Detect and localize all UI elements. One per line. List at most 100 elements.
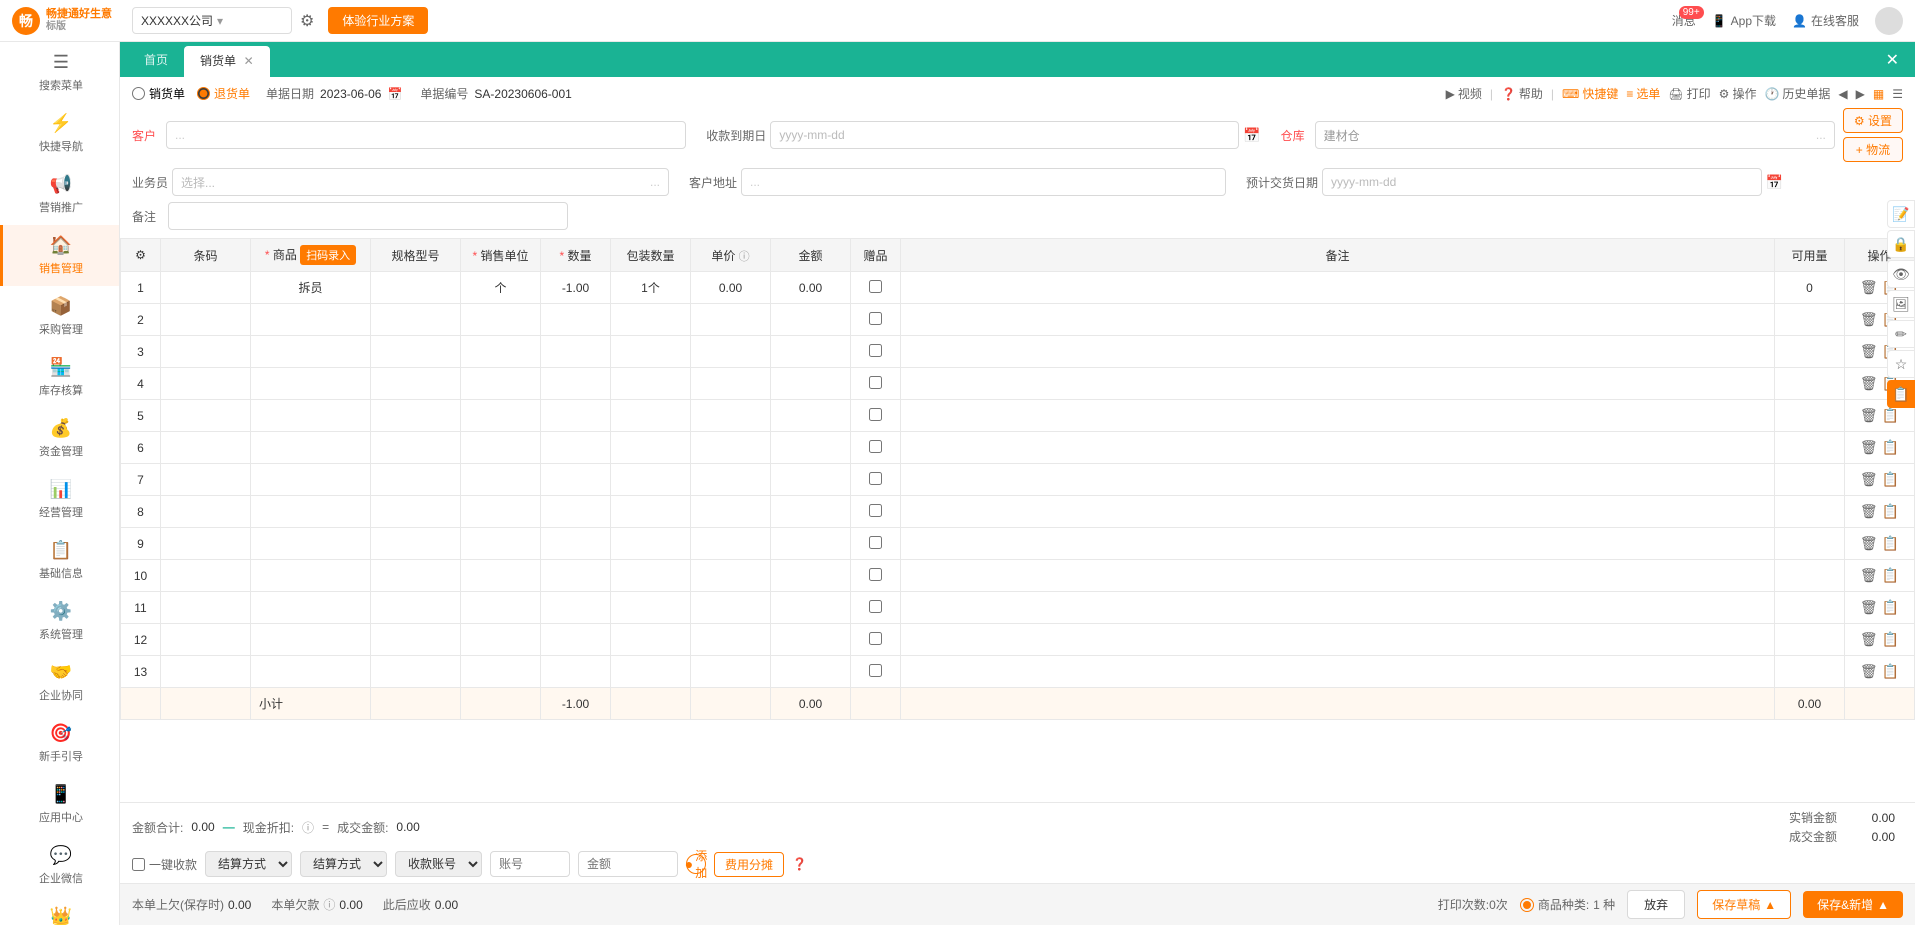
- sidebar-item-system[interactable]: ⚙️ 系统管理: [0, 591, 119, 652]
- row-amount[interactable]: 0.00: [771, 272, 851, 304]
- th-settings[interactable]: ⚙: [121, 239, 161, 272]
- account-input[interactable]: [490, 851, 570, 877]
- row-copy-button[interactable]: 📋: [1882, 407, 1899, 424]
- gift-checkbox[interactable]: [869, 440, 882, 453]
- sidebar-item-apps[interactable]: 📱 应用中心: [0, 774, 119, 835]
- save-draft-button[interactable]: 保存草稿 ▲: [1697, 890, 1791, 919]
- radio-sales[interactable]: 销货单: [132, 85, 185, 102]
- right-tool-active[interactable]: 📋: [1887, 380, 1915, 408]
- right-tool-notes[interactable]: 📝: [1887, 200, 1915, 228]
- row-copy-button[interactable]: 📋: [1882, 631, 1899, 648]
- action-history[interactable]: 🕐 历史单据: [1764, 85, 1830, 102]
- delivery-date-calendar-icon[interactable]: 📅: [1766, 174, 1783, 191]
- payment-amount-input[interactable]: [578, 851, 678, 877]
- discount-info-icon[interactable]: ⓘ: [302, 819, 314, 836]
- row-pkgqty[interactable]: 1个: [611, 272, 691, 304]
- row-delete-button[interactable]: 🗑: [1860, 535, 1878, 552]
- right-tool-lock[interactable]: 🔒: [1887, 230, 1915, 258]
- product-kind[interactable]: 商品种类: 1 种: [1520, 896, 1615, 913]
- action-video[interactable]: ▶ 视频: [1446, 85, 1482, 102]
- radio-sales-input[interactable]: [132, 87, 145, 100]
- trial-button[interactable]: 体验行业方案: [328, 7, 428, 34]
- row-delete-button[interactable]: 🗑: [1860, 631, 1878, 648]
- gift-checkbox[interactable]: [869, 312, 882, 325]
- expense-help-icon[interactable]: ❓: [792, 857, 807, 871]
- sidebar-item-purchase[interactable]: 📦 采购管理: [0, 286, 119, 347]
- nav-prev-icon[interactable]: ◀: [1838, 87, 1847, 101]
- gift-checkbox[interactable]: [869, 568, 882, 581]
- sidebar-item-operations[interactable]: 📊 经营管理: [0, 469, 119, 530]
- gift-checkbox[interactable]: [869, 504, 882, 517]
- message-notification[interactable]: 消息 99+: [1672, 12, 1696, 29]
- nav-next-icon[interactable]: ▶: [1856, 87, 1865, 101]
- action-shortcut[interactable]: ⌨ 快捷键: [1562, 85, 1618, 102]
- row-gift[interactable]: [851, 272, 901, 304]
- sidebar-item-inventory[interactable]: 🏪 库存核算: [0, 347, 119, 408]
- add-payment-button[interactable]: ● 添加: [686, 854, 706, 874]
- price-info-icon[interactable]: ⓘ: [739, 251, 750, 263]
- setting-button[interactable]: ⚙ 设置: [1843, 108, 1903, 133]
- warehouse-input[interactable]: 建材仓 ...: [1315, 121, 1835, 149]
- scan-button[interactable]: 扫码录入: [300, 245, 356, 265]
- row-price[interactable]: 0.00: [691, 272, 771, 304]
- logistics-button[interactable]: + 物流: [1843, 137, 1903, 162]
- row-unit[interactable]: 个: [461, 272, 541, 304]
- sidebar-item-quick-nav[interactable]: ⚡ 快捷导航: [0, 103, 119, 164]
- user-avatar[interactable]: [1875, 7, 1903, 35]
- gift-checkbox[interactable]: [869, 408, 882, 421]
- online-service-link[interactable]: 👤 在线客服: [1792, 12, 1859, 29]
- gift-checkbox[interactable]: [869, 280, 882, 293]
- owed-info-icon[interactable]: ⓘ: [323, 896, 335, 913]
- table-settings-icon[interactable]: ⚙: [135, 248, 146, 262]
- app-download-link[interactable]: 📱 App下载: [1712, 12, 1776, 29]
- due-date-input[interactable]: yyyy-mm-dd: [770, 121, 1239, 149]
- grid-view-icon[interactable]: ▦: [1873, 87, 1884, 101]
- row-qty[interactable]: -1.00: [541, 272, 611, 304]
- action-select[interactable]: ≡ 选单: [1626, 85, 1660, 102]
- row-delete-button[interactable]: 🗑: [1860, 407, 1878, 424]
- row-barcode[interactable]: [161, 272, 251, 304]
- sidebar-item-basic[interactable]: 📋 基础信息: [0, 530, 119, 591]
- tab-home[interactable]: 首页: [128, 43, 184, 76]
- tab-close-icon[interactable]: ✕: [244, 54, 254, 68]
- sidebar-item-wechat[interactable]: 💬 企业微信: [0, 835, 119, 896]
- row-remark[interactable]: [901, 272, 1775, 304]
- action-operate[interactable]: ⚙ 操作: [1719, 85, 1757, 102]
- window-close-button[interactable]: ✕: [1878, 46, 1907, 74]
- row-copy-button[interactable]: 📋: [1882, 663, 1899, 680]
- delivery-date-input[interactable]: yyyy-mm-dd: [1322, 168, 1762, 196]
- radio-return[interactable]: 退货单: [197, 85, 250, 102]
- remark-input[interactable]: [168, 202, 568, 230]
- gift-checkbox[interactable]: [869, 632, 882, 645]
- sidebar-item-enterprise[interactable]: 🤝 企业协同: [0, 652, 119, 713]
- gift-checkbox[interactable]: [869, 376, 882, 389]
- right-tool-edit[interactable]: ✏: [1887, 320, 1915, 348]
- company-selector[interactable]: XXXXXX公司 ▾: [132, 7, 292, 34]
- row-copy-button[interactable]: 📋: [1882, 439, 1899, 456]
- row-copy-button[interactable]: 📋: [1882, 471, 1899, 488]
- list-view-icon[interactable]: ☰: [1892, 87, 1903, 101]
- row-delete-button[interactable]: 🗑: [1860, 471, 1878, 488]
- row-delete-button[interactable]: 🗑: [1860, 375, 1878, 392]
- action-print[interactable]: 🖨 打印: [1668, 85, 1710, 102]
- due-date-calendar-icon[interactable]: 📅: [1243, 127, 1260, 144]
- one-click-pay-checkbox[interactable]: 一键收款: [132, 856, 197, 873]
- tab-sales-order[interactable]: 销货单 ✕: [184, 46, 270, 77]
- gift-checkbox[interactable]: [869, 344, 882, 357]
- row-delete-button[interactable]: 🗑: [1860, 439, 1878, 456]
- expense-split-button[interactable]: 费用分摊: [714, 852, 784, 877]
- row-copy-button[interactable]: 📋: [1882, 599, 1899, 616]
- calendar-icon[interactable]: 📅: [387, 87, 402, 101]
- row-product[interactable]: 拆员: [251, 272, 371, 304]
- row-copy-button[interactable]: 📋: [1882, 535, 1899, 552]
- sidebar-item-search[interactable]: ☰ 搜索菜单: [0, 42, 119, 103]
- row-spec[interactable]: [371, 272, 461, 304]
- sidebar-item-finance[interactable]: 💰 资金管理: [0, 408, 119, 469]
- right-tool-eye[interactable]: 👁: [1887, 260, 1915, 288]
- save-new-button[interactable]: 保存&新增 ▲: [1803, 891, 1903, 918]
- row-copy-button[interactable]: 📋: [1882, 567, 1899, 584]
- action-help[interactable]: ❓ 帮助: [1501, 85, 1543, 102]
- one-click-pay-input[interactable]: [132, 858, 145, 871]
- right-tool-star[interactable]: ☆: [1887, 350, 1915, 378]
- gift-checkbox[interactable]: [869, 664, 882, 677]
